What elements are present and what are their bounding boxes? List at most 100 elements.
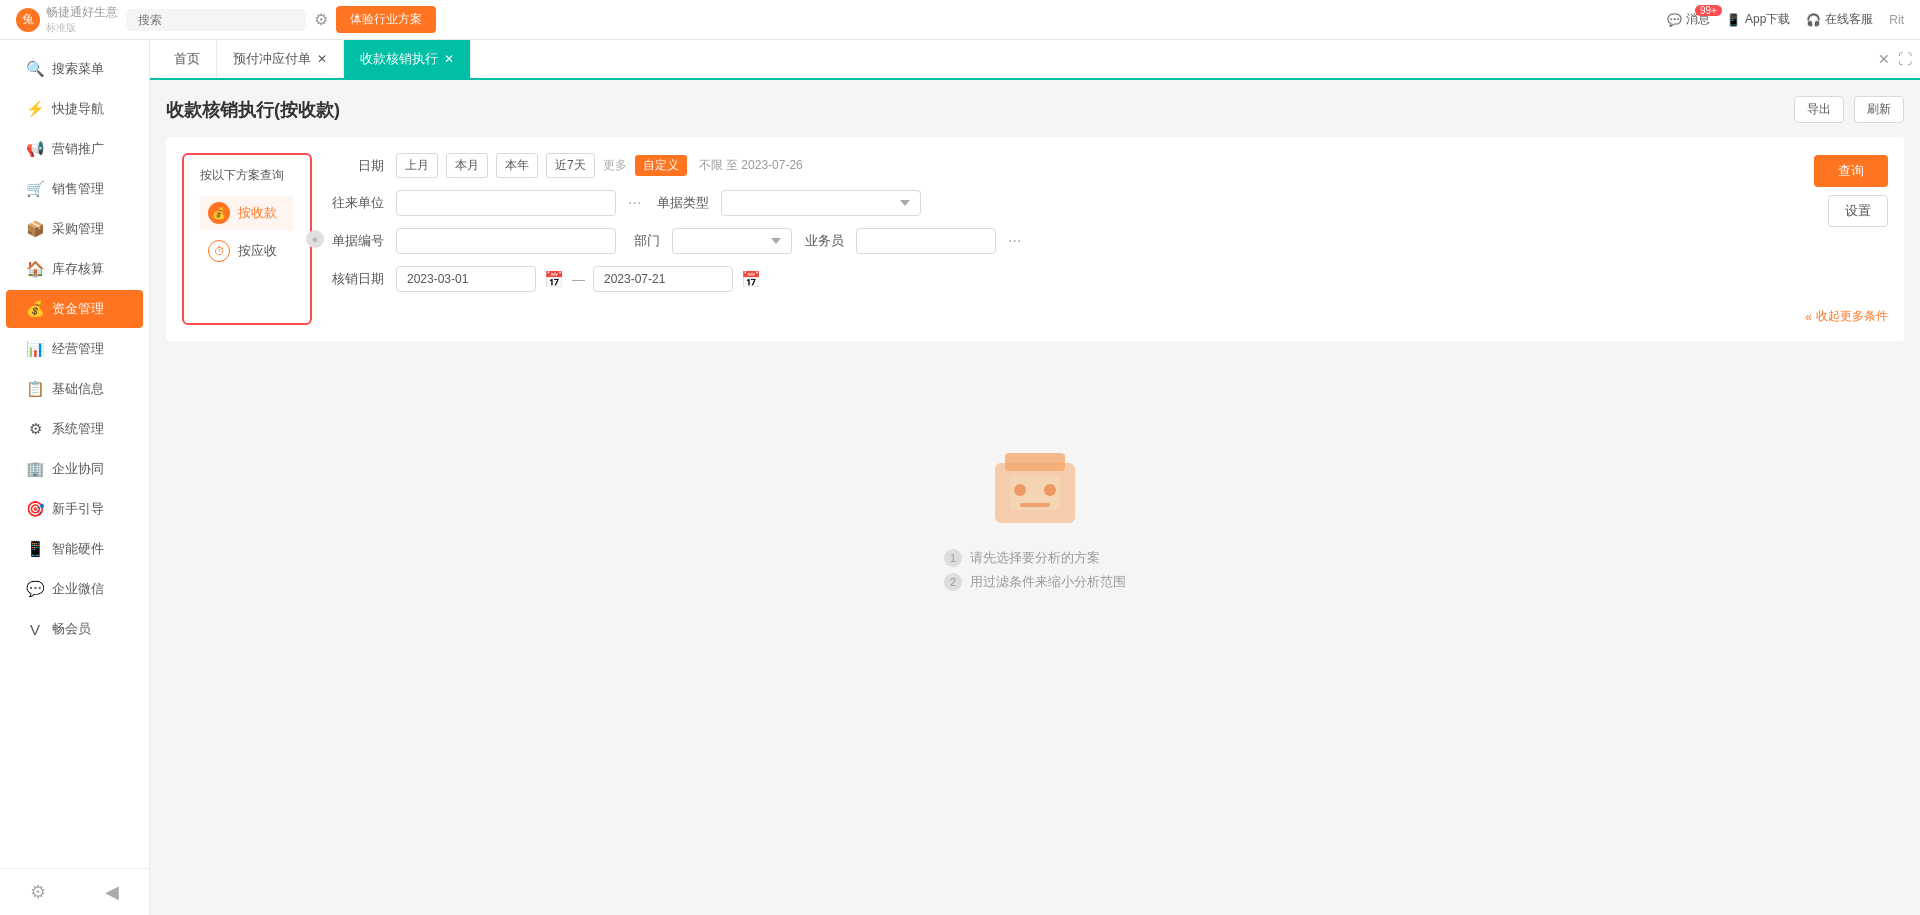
- date-custom-badge[interactable]: 自定义: [635, 155, 687, 176]
- sidebar-label-system: 系统管理: [52, 420, 104, 438]
- sidebar-item-sales[interactable]: 🛒 销售管理: [6, 170, 143, 208]
- sidebar: 🔍 搜索菜单 ⚡ 快捷导航 📢 营销推广 🛒 销售管理 📦 采购管理 🏠: [0, 40, 150, 915]
- smart-hw-icon: 📱: [26, 540, 44, 558]
- filter-settings-button[interactable]: 设置: [1828, 195, 1888, 227]
- sidebar-item-wechat[interactable]: 💬 企业微信: [6, 570, 143, 608]
- tab-prepaid-close[interactable]: ✕: [317, 52, 327, 66]
- filter-scheme-collapse-btn[interactable]: «: [306, 230, 324, 248]
- offset-date-start-input[interactable]: [396, 266, 536, 292]
- date-label: 日期: [328, 157, 384, 175]
- sidebar-item-search-menu[interactable]: 🔍 搜索菜单: [6, 50, 143, 88]
- offset-date-end-input[interactable]: [593, 266, 733, 292]
- settings-icon[interactable]: ⚙: [314, 10, 328, 29]
- app-logo: 兔 畅捷通好生意 标准版: [16, 4, 118, 35]
- date-btn-last-month[interactable]: 上月: [396, 153, 438, 178]
- date-btn-this-year[interactable]: 本年: [496, 153, 538, 178]
- collapse-chevron-icon: «: [1805, 310, 1812, 324]
- page-title: 收款核销执行(按收款): [166, 98, 340, 122]
- tab-receivable-label: 收款核销执行: [360, 50, 438, 68]
- enterprise-icon: 🏢: [26, 460, 44, 478]
- doc-number-input[interactable]: [396, 228, 616, 254]
- date-btn-last-7days[interactable]: 近7天: [546, 153, 595, 178]
- svg-rect-5: [1020, 503, 1050, 507]
- tab-receivable-close[interactable]: ✕: [444, 52, 454, 66]
- filter-fields: 日期 上月 本月 本年 近7天 更多 自定义 不: [328, 153, 1798, 304]
- sidebar-label-guide: 新手引导: [52, 500, 104, 518]
- empty-state: 1 请先选择要分析的方案 2 用过滤条件来缩小分析范围: [166, 353, 1904, 637]
- tab-receivable-offset[interactable]: 收款核销执行 ✕: [344, 40, 471, 78]
- tab-home[interactable]: 首页: [158, 40, 217, 78]
- app-name: 畅捷通好生意: [46, 4, 118, 21]
- sidebar-item-finance[interactable]: 💰 资金管理: [6, 290, 143, 328]
- step-2-badge: 2: [944, 573, 962, 591]
- sidebar-item-smart-hw[interactable]: 📱 智能硬件: [6, 530, 143, 568]
- topbar: 兔 畅捷通好生意 标准版 ⚙ 体验行业方案 💬 消息 99+ 📱 App下载 🎧…: [0, 0, 1920, 40]
- filter-collapse-more: « 收起更多条件: [328, 308, 1888, 325]
- filter-form: 日期 上月 本月 本年 近7天 更多 自定义 不: [328, 153, 1888, 325]
- sidebar-item-quick-nav[interactable]: ⚡ 快捷导航: [6, 90, 143, 128]
- content-area: 首页 预付冲应付单 ✕ 收款核销执行 ✕ ✕ ⛶ 收款核销执行(按收款): [150, 40, 1920, 915]
- sidebar-item-operation[interactable]: 📊 经营管理: [6, 330, 143, 368]
- offset-date-end-calendar-icon[interactable]: 📅: [741, 270, 761, 289]
- sidebar-item-guide[interactable]: 🎯 新手引导: [6, 490, 143, 528]
- app-version: 标准版: [46, 21, 118, 35]
- by-receipt-icon: 💰: [208, 202, 230, 224]
- sidebar-item-enterprise[interactable]: 🏢 企业协同: [6, 450, 143, 488]
- sidebar-label-sales: 销售管理: [52, 180, 104, 198]
- sidebar-label-enterprise: 企业协同: [52, 460, 104, 478]
- collapse-more-button[interactable]: « 收起更多条件: [1805, 308, 1888, 325]
- tab-close-all-icon[interactable]: ✕: [1878, 51, 1890, 67]
- sidebar-item-vip[interactable]: V 畅会员: [6, 610, 143, 648]
- tab-fullscreen-icon[interactable]: ⛶: [1898, 51, 1912, 67]
- department-select[interactable]: [672, 228, 792, 254]
- filter-actions: 查询 设置: [1814, 153, 1888, 227]
- page-content: 收款核销执行(按收款) 导出 刷新 按以下方案查询 💰 按收款: [150, 80, 1920, 915]
- sidebar-item-marketing[interactable]: 📢 营销推广: [6, 130, 143, 168]
- sidebar-collapse-icon[interactable]: ◀: [105, 881, 119, 903]
- sidebar-label-purchase: 采购管理: [52, 220, 104, 238]
- message-button[interactable]: 💬 消息 99+: [1667, 11, 1710, 28]
- sidebar-item-purchase[interactable]: 📦 采购管理: [6, 210, 143, 248]
- sidebar-item-inventory[interactable]: 🏠 库存核算: [6, 250, 143, 288]
- user-info[interactable]: Rit: [1889, 13, 1904, 27]
- export-button[interactable]: 导出: [1794, 96, 1844, 123]
- topbar-search-input[interactable]: [126, 9, 306, 31]
- date-more-label[interactable]: 更多: [603, 157, 627, 174]
- online-service-button[interactable]: 🎧 在线客服: [1806, 11, 1873, 28]
- sidebar-settings-icon[interactable]: ⚙: [30, 881, 46, 903]
- page-header-actions: 导出 刷新: [1794, 96, 1904, 123]
- staff-input[interactable]: [856, 228, 996, 254]
- sidebar-label-quick-nav: 快捷导航: [52, 100, 104, 118]
- empty-illustration: [975, 433, 1095, 533]
- query-button[interactable]: 查询: [1814, 155, 1888, 187]
- filter-option-by-receivable[interactable]: ⏱ 按应收: [200, 234, 294, 268]
- doc-type-select[interactable]: [721, 190, 921, 216]
- counterpart-more-icon[interactable]: ···: [628, 194, 641, 212]
- sidebar-label-wechat: 企业微信: [52, 580, 104, 598]
- solution-button[interactable]: 体验行业方案: [336, 6, 436, 33]
- by-receivable-label: 按应收: [238, 242, 277, 260]
- tab-prepaid-offset[interactable]: 预付冲应付单 ✕: [217, 40, 344, 78]
- purchase-icon: 📦: [26, 220, 44, 238]
- filter-panel: 按以下方案查询 💰 按收款 ⏱ 按应收 «: [166, 137, 1904, 341]
- sidebar-item-basic-info[interactable]: 📋 基础信息: [6, 370, 143, 408]
- counterpart-input[interactable]: [396, 190, 616, 216]
- finance-icon: 💰: [26, 300, 44, 318]
- filter-date-row: 日期 上月 本月 本年 近7天 更多 自定义 不: [328, 153, 1798, 178]
- empty-text: 1 请先选择要分析的方案 2 用过滤条件来缩小分析范围: [944, 549, 1126, 597]
- app-download-button[interactable]: 📱 App下载: [1726, 11, 1790, 28]
- filter-scheme-selector: 按以下方案查询 💰 按收款 ⏱ 按应收 «: [182, 153, 312, 325]
- filter-option-by-receipt[interactable]: 💰 按收款: [200, 196, 294, 230]
- empty-hint-2: 2 用过滤条件来缩小分析范围: [944, 573, 1126, 591]
- by-receivable-icon: ⏱: [208, 240, 230, 262]
- refresh-button[interactable]: 刷新: [1854, 96, 1904, 123]
- doc-number-label: 单据编号: [328, 232, 384, 250]
- doc-type-label: 单据类型: [653, 194, 709, 212]
- date-btn-this-month[interactable]: 本月: [446, 153, 488, 178]
- offset-date-start-calendar-icon[interactable]: 📅: [544, 270, 564, 289]
- sidebar-label-search-menu: 搜索菜单: [52, 60, 104, 78]
- staff-more-icon[interactable]: ···: [1008, 232, 1021, 250]
- empty-hint-1: 1 请先选择要分析的方案: [944, 549, 1126, 567]
- staff-label: 业务员: [804, 232, 844, 250]
- sidebar-item-system[interactable]: ⚙ 系统管理: [6, 410, 143, 448]
